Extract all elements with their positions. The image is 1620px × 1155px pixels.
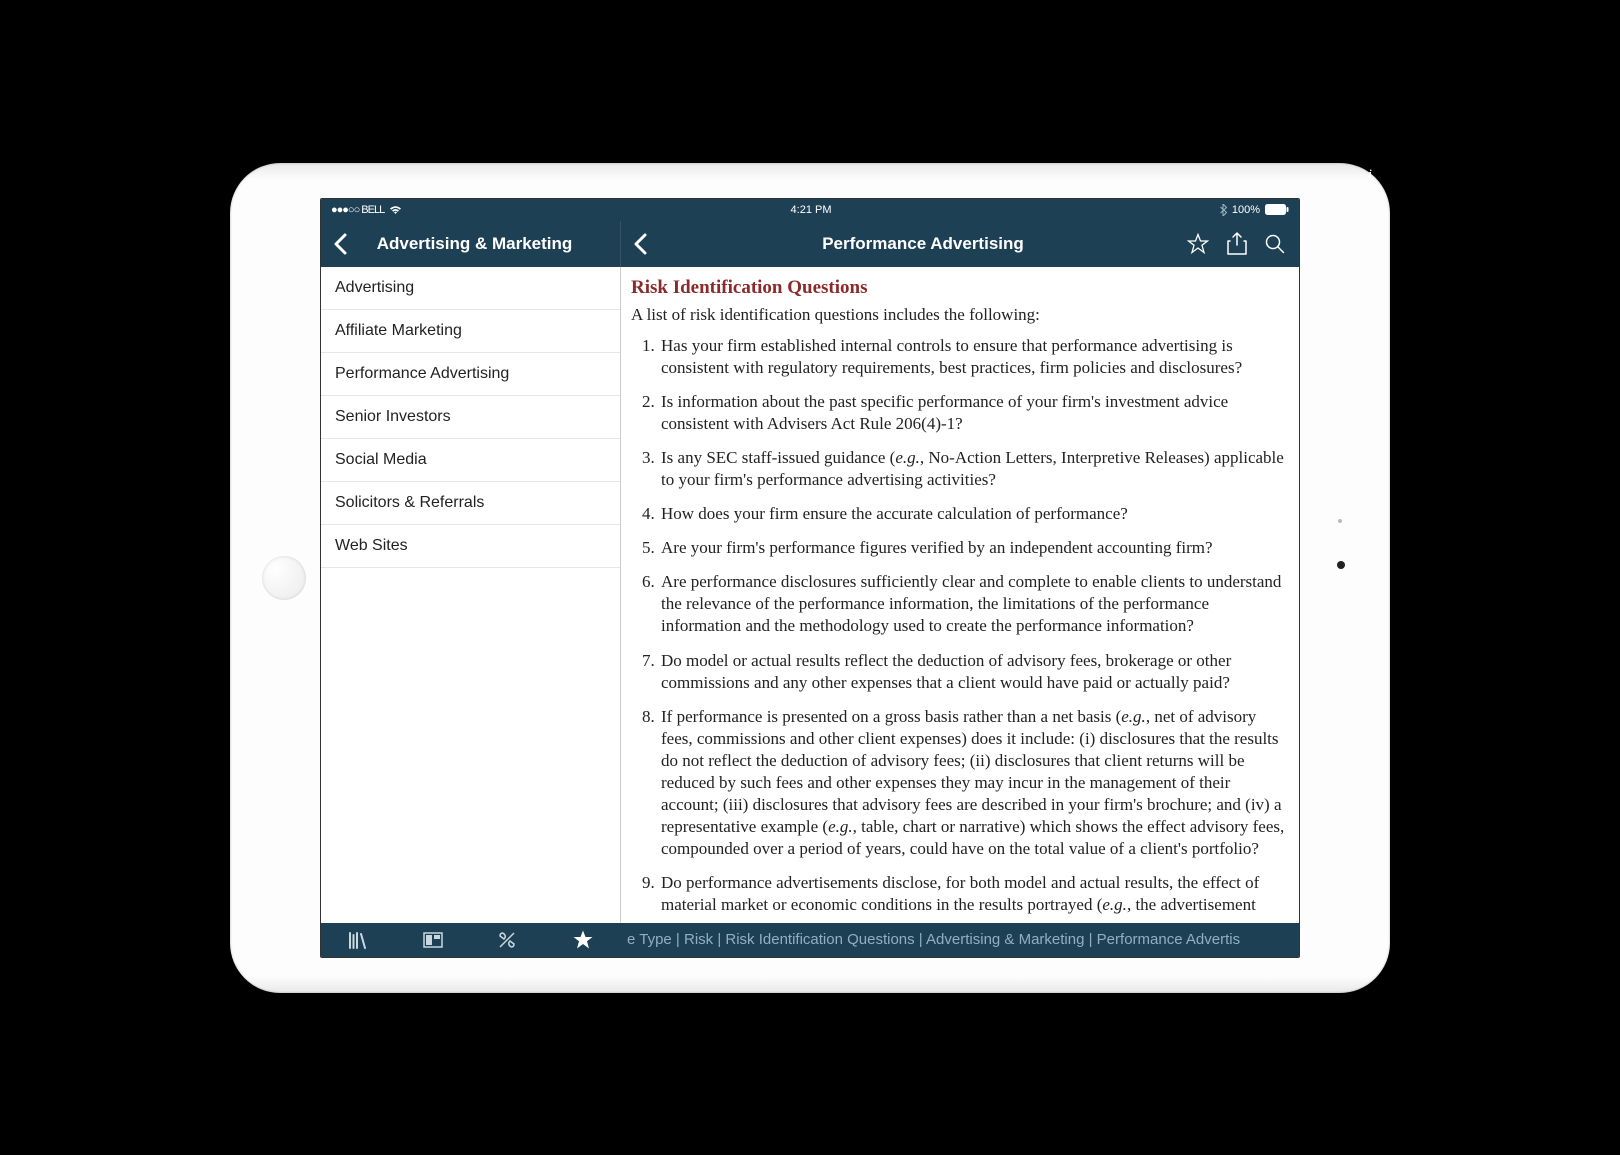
sidebar-item[interactable]: Solicitors & Referrals [321, 482, 620, 525]
bluetooth-icon [1220, 204, 1227, 216]
sidebar-item[interactable]: Affiliate Marketing [321, 310, 620, 353]
question-item: How does your firm ensure the accurate c… [659, 503, 1285, 525]
bottom-bar: e Type | Risk | Risk Identification Ques… [321, 923, 1299, 957]
content-pane[interactable]: Risk Identification Questions A list of … [621, 267, 1299, 923]
sidebar-title: Advertising & Marketing [359, 234, 620, 254]
detail-nav: Performance Advertising [621, 221, 1299, 267]
library-tab[interactable] [348, 931, 368, 949]
question-item: Is any SEC staff-issued guidance (e.g., … [659, 447, 1285, 491]
ambient-sensor [1338, 519, 1342, 523]
sidebar-back-button[interactable] [321, 233, 359, 255]
ipad-device-frame: ●●●○○ BELL 4:21 PM 100% [230, 163, 1390, 993]
content-heading: Risk Identification Questions [631, 277, 1285, 299]
screen: ●●●○○ BELL 4:21 PM 100% [320, 198, 1300, 958]
signal-carrier: ●●●○○ BELL [331, 204, 384, 216]
status-bar: ●●●○○ BELL 4:21 PM 100% [321, 199, 1299, 221]
sidebar-list[interactable]: AdvertisingAffiliate MarketingPerformanc… [321, 267, 621, 923]
share-button[interactable] [1227, 232, 1247, 256]
battery-percent: 100% [1232, 204, 1260, 216]
question-item: Is information about the past specific p… [659, 391, 1285, 435]
front-camera [1337, 561, 1345, 569]
nav-bars: Advertising & Marketing Performance Adve… [321, 221, 1299, 267]
main-area: AdvertisingAffiliate MarketingPerformanc… [321, 267, 1299, 923]
question-item: If performance is presented on a gross b… [659, 706, 1285, 861]
detail-title: Performance Advertising [659, 234, 1187, 254]
question-item: Do performance advertisements disclose, … [659, 872, 1285, 916]
sidebar-item[interactable]: Web Sites [321, 525, 620, 568]
sidebar-item[interactable]: Advertising [321, 267, 620, 310]
question-item: Do model or actual results reflect the d… [659, 650, 1285, 694]
tools-tab[interactable] [497, 930, 517, 950]
content-intro: A list of risk identification questions … [631, 305, 1285, 325]
favorites-tab[interactable] [572, 929, 594, 951]
question-item: Has your firm established internal contr… [659, 335, 1285, 379]
detail-back-button[interactable] [621, 233, 659, 255]
search-button[interactable] [1265, 234, 1285, 254]
battery-icon [1265, 204, 1289, 215]
sidebar-nav: Advertising & Marketing [321, 221, 621, 267]
breadcrumb[interactable]: e Type | Risk | Risk Identification Ques… [621, 931, 1299, 948]
question-item: Are your firm's performance figures veri… [659, 537, 1285, 559]
home-button[interactable] [262, 556, 306, 600]
status-time: 4:21 PM [791, 204, 832, 216]
favorite-button[interactable] [1187, 233, 1209, 255]
wifi-icon [389, 205, 402, 215]
sidebar-item[interactable]: Social Media [321, 439, 620, 482]
question-item: Are performance disclosures sufficiently… [659, 571, 1285, 637]
sidebar-item[interactable]: Performance Advertising [321, 353, 620, 396]
sidebar-item[interactable]: Senior Investors [321, 396, 620, 439]
question-list: Has your firm established internal contr… [631, 335, 1285, 917]
bottom-tabs [321, 923, 621, 957]
layout-tab[interactable] [423, 932, 443, 948]
